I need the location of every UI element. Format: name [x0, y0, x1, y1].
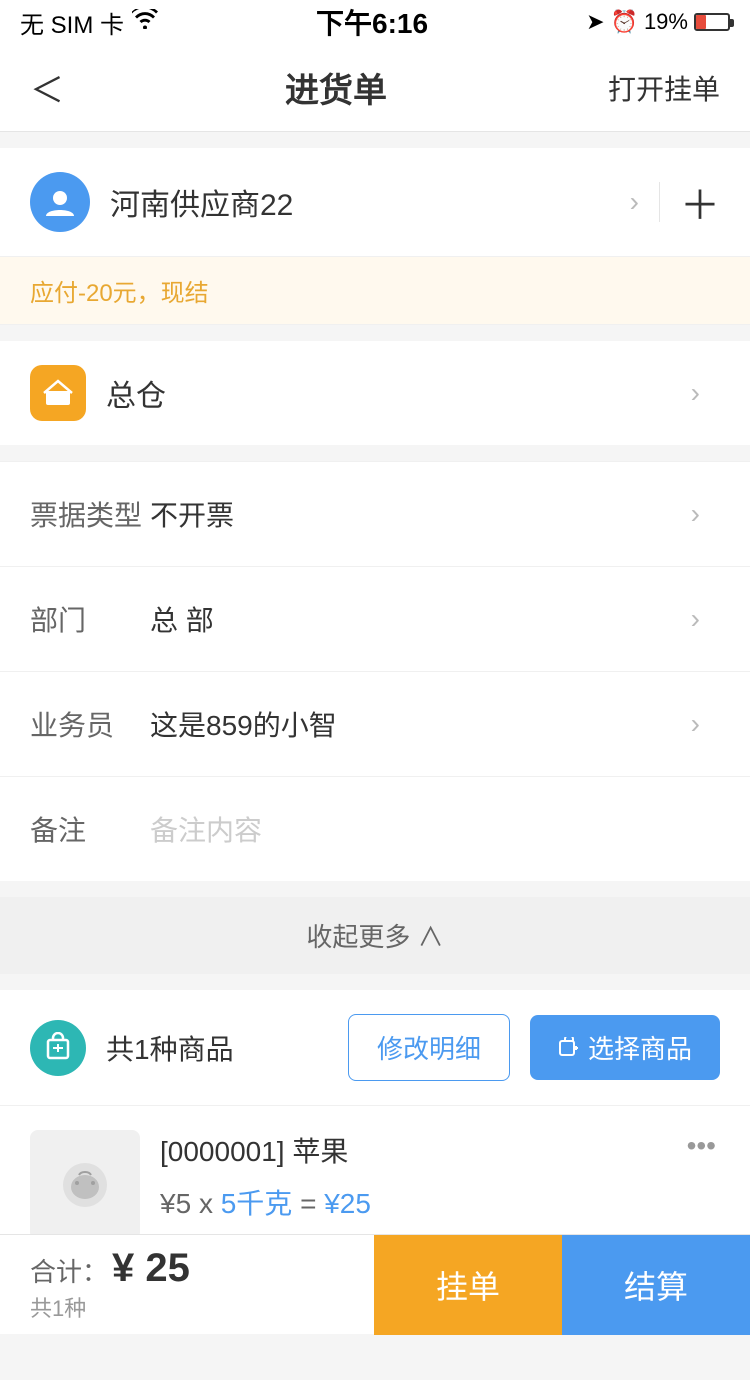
supplier-chevron-icon: ›: [630, 186, 639, 218]
pay-button[interactable]: 结算: [562, 1235, 750, 1335]
product-title: 苹果: [292, 1136, 348, 1167]
alarm-icon: ⏰: [611, 9, 638, 35]
sales-label: 业务员: [30, 704, 150, 744]
sales-row[interactable]: 业务员 这是859的小智 ›: [0, 671, 750, 776]
total-sub: 共1种: [30, 1291, 344, 1323]
status-right: ➤ ⏰ 19%: [586, 9, 730, 35]
warehouse-icon: [30, 365, 86, 421]
supplier-avatar: [30, 172, 90, 232]
form-card: 票据类型 不开票 › 部门 总 部 › 业务员 这是859的小智 › 备注 备注…: [0, 461, 750, 881]
sales-chevron-icon: ›: [691, 708, 700, 740]
invoice-label: 票据类型: [30, 494, 150, 534]
battery-icon: [694, 13, 730, 31]
remark-row[interactable]: 备注 备注内容: [0, 776, 750, 881]
supplier-name: 河南供应商22: [110, 180, 630, 224]
dept-chevron-icon: ›: [691, 603, 700, 635]
select-product-label: 选择商品: [588, 1029, 692, 1066]
invoice-chevron-icon: ›: [691, 498, 700, 530]
edit-detail-button[interactable]: 修改明细: [348, 1014, 510, 1081]
footer: 合计： ¥ 25 共1种 挂单 结算: [0, 1234, 750, 1334]
warehouse-card: 总仓 ›: [0, 341, 750, 445]
supplier-hint: 应付-20元，现结: [0, 257, 750, 325]
total-amount: ¥ 25: [112, 1246, 190, 1291]
status-time: 下午6:16: [316, 2, 428, 42]
invoice-value: 不开票: [150, 494, 691, 534]
dept-label: 部门: [30, 599, 150, 639]
remark-input[interactable]: 备注内容: [150, 809, 720, 849]
products-card: 共1种商品 修改明细 选择商品: [0, 990, 750, 1264]
carrier-label: 无 SIM 卡: [20, 5, 124, 40]
location-icon: ➤: [586, 9, 604, 35]
supplier-row[interactable]: 河南供应商22 › ＋: [0, 148, 750, 257]
products-header: 共1种商品 修改明细 选择商品: [0, 990, 750, 1106]
collapse-label: 收起更多 ∧: [306, 917, 443, 954]
product-name: [0000001] 苹果: [160, 1130, 663, 1170]
footer-total-section: 合计： ¥ 25 共1种: [0, 1246, 374, 1323]
dept-row[interactable]: 部门 总 部 ›: [0, 566, 750, 671]
hold-button[interactable]: 挂单: [374, 1235, 562, 1335]
remark-label: 备注: [30, 809, 150, 849]
status-left: 无 SIM 卡: [20, 5, 158, 40]
back-button[interactable]: ＜: [30, 63, 64, 112]
add-supplier-button[interactable]: ＋: [680, 173, 720, 231]
product-total: ¥25: [324, 1188, 371, 1219]
nav-bar: ＜ 进货单 打开挂单: [0, 44, 750, 132]
main-content: 河南供应商22 › ＋ 应付-20元，现结 总仓 › 票据类型 不开票 ›: [0, 148, 750, 1380]
open-hold-button[interactable]: 打开挂单: [608, 68, 720, 108]
warehouse-name: 总仓: [106, 371, 691, 415]
product-price: ¥5 x 5千克 = ¥25: [160, 1182, 663, 1222]
products-count: 共1种商品: [106, 1028, 328, 1068]
dept-value: 总 部: [150, 599, 691, 639]
select-product-button[interactable]: 选择商品: [530, 1015, 720, 1080]
products-icon: [30, 1020, 86, 1076]
product-thumbnail: [30, 1130, 140, 1240]
wifi-icon: [132, 8, 158, 36]
product-qty: 5千克: [221, 1188, 293, 1219]
page-title: 进货单: [285, 63, 387, 112]
product-code: [0000001]: [160, 1136, 285, 1167]
divider: [659, 182, 660, 222]
unit-price: ¥5: [160, 1188, 191, 1219]
supplier-card: 河南供应商22 › ＋ 应付-20元，现结: [0, 148, 750, 325]
collapse-toggle[interactable]: 收起更多 ∧: [0, 897, 750, 974]
sales-value: 这是859的小智: [150, 704, 691, 744]
battery-label: 19%: [644, 9, 688, 35]
status-bar: 无 SIM 卡 下午6:16 ➤ ⏰ 19%: [0, 0, 750, 44]
total-label: 合计：: [30, 1252, 108, 1289]
warehouse-chevron-icon: ›: [691, 377, 700, 409]
product-info: [0000001] 苹果 ¥5 x 5千克 = ¥25: [160, 1130, 663, 1222]
warehouse-row[interactable]: 总仓 ›: [0, 341, 750, 445]
invoice-row[interactable]: 票据类型 不开票 ›: [0, 461, 750, 566]
product-more-button[interactable]: •••: [683, 1130, 720, 1162]
